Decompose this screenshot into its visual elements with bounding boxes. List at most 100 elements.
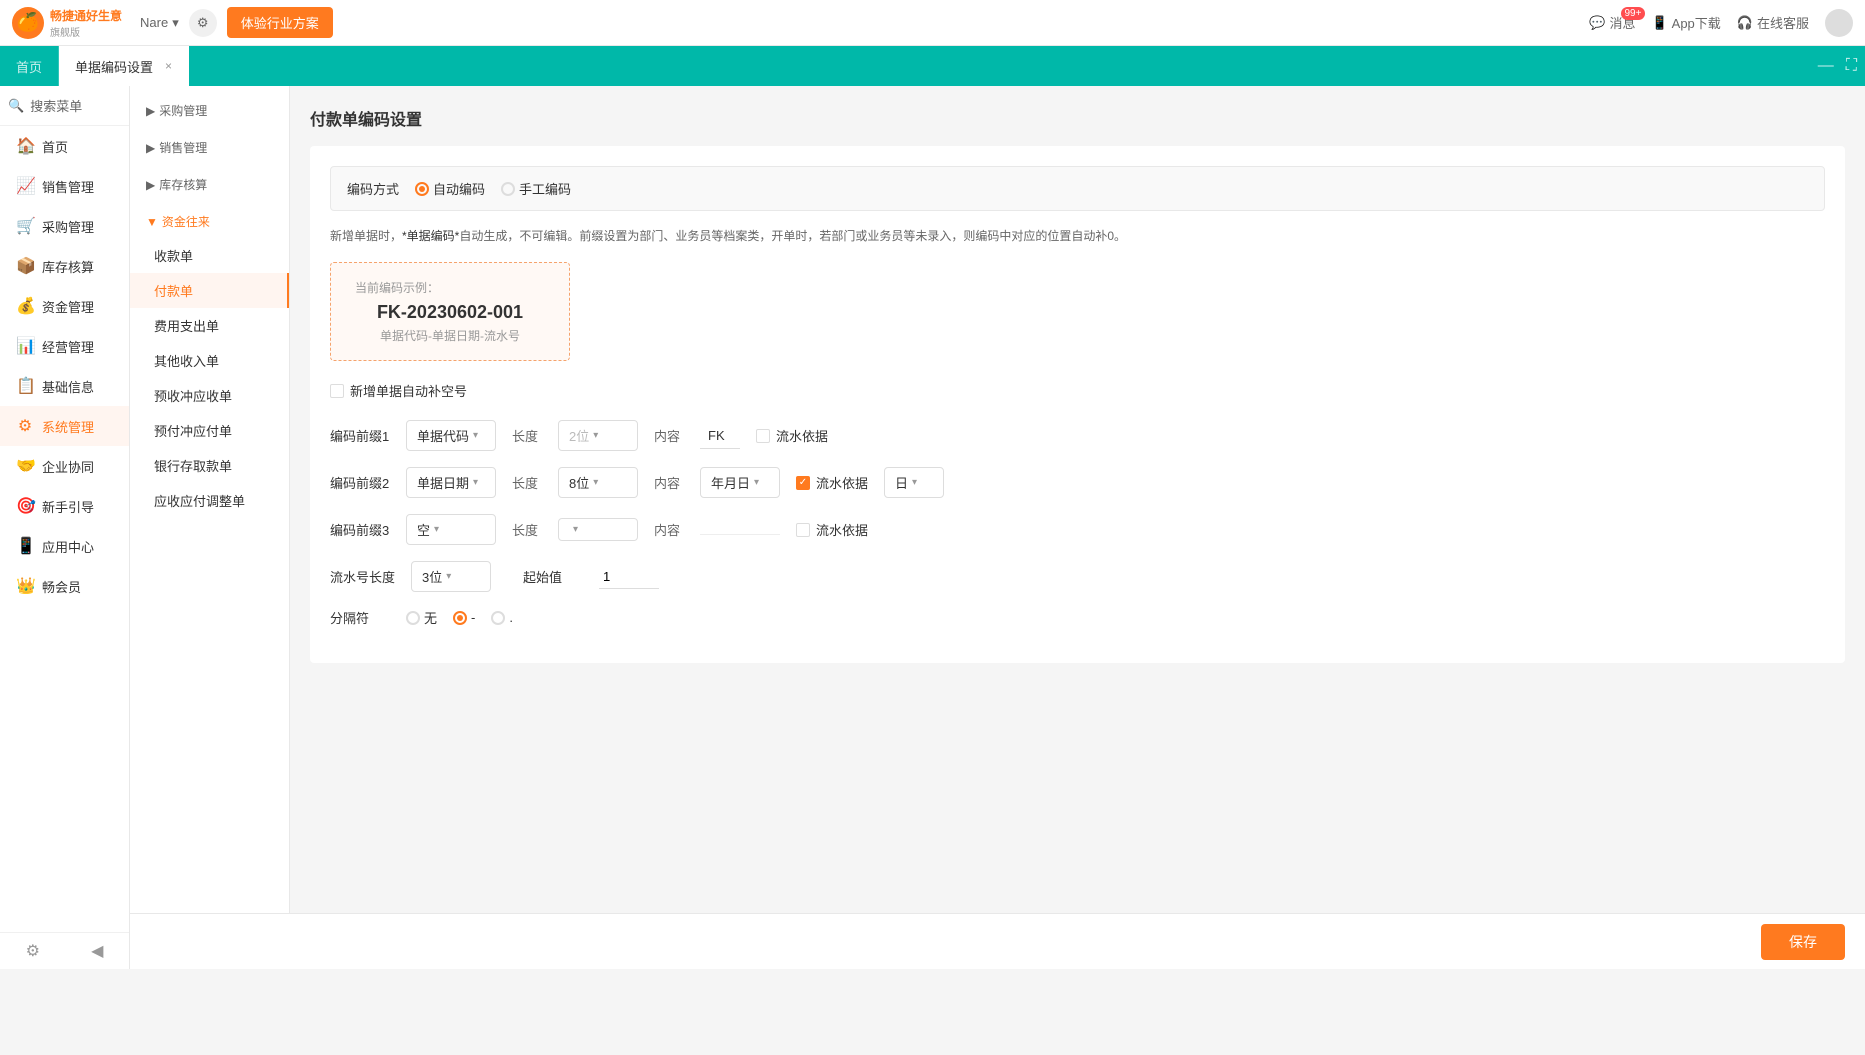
radio-manual-dot: [501, 182, 515, 196]
sidebar-item-apps[interactable]: 📱 应用中心: [0, 526, 129, 566]
sub-group-inventory-title[interactable]: ▶ 库存核算: [130, 168, 289, 201]
prefix2-select[interactable]: 单据日期 ▾: [406, 467, 496, 498]
sub-item-other-income[interactable]: 其他收入单: [130, 343, 289, 378]
guide-icon: 🎯: [16, 496, 34, 516]
save-button[interactable]: 保存: [1761, 924, 1845, 960]
prefix2-label: 编码前缀2: [330, 473, 390, 492]
tab-close-icon[interactable]: ×: [165, 59, 172, 73]
sep-none-option[interactable]: 无: [406, 608, 437, 627]
chevron-down-icon11: ▾: [446, 571, 451, 582]
prefix2-length-select[interactable]: 8位 ▾: [558, 467, 638, 498]
trial-button[interactable]: 体验行业方案: [227, 7, 333, 38]
auto-fill-label: 新增单据自动补空号: [350, 381, 467, 400]
prefix1-content-label: 内容: [654, 426, 684, 445]
sidebar-item-inventory[interactable]: 📦 库存核算: [0, 246, 129, 286]
settings-icon[interactable]: ⚙: [189, 9, 217, 37]
company-dropdown[interactable]: Nare ▾: [140, 15, 179, 31]
radio-manual-encode[interactable]: 手工编码: [501, 179, 571, 198]
sidebar-item-purchase[interactable]: 🛒 采购管理: [0, 206, 129, 246]
search-menu[interactable]: 🔍 搜索菜单: [0, 86, 129, 126]
prefix3-label: 编码前缀3: [330, 520, 390, 539]
tab-home[interactable]: 首页: [0, 46, 59, 86]
sep-dot-dot: [491, 611, 505, 625]
sub-item-bank[interactable]: 银行存取款单: [130, 448, 289, 483]
sidebar-item-partner[interactable]: 🤝 企业协同: [0, 446, 129, 486]
sub-item-receipt[interactable]: 收款单: [130, 238, 289, 273]
prefix3-select[interactable]: 空 ▾: [406, 514, 496, 545]
sub-item-prepay-offset[interactable]: 预收冲应收单: [130, 378, 289, 413]
sidebar-item-system[interactable]: ⚙ 系统管理: [0, 406, 129, 446]
tab-encode-settings[interactable]: 单据编码设置 ×: [59, 46, 189, 86]
sidebar-item-sales[interactable]: 📈 销售管理: [0, 166, 129, 206]
member-icon: 👑: [16, 576, 34, 596]
footer-collapse-icon[interactable]: ◀: [91, 941, 103, 961]
sub-group-purchase-title[interactable]: ▶ 采购管理: [130, 94, 289, 127]
prefix1-stream-checkbox[interactable]: 流水依据: [756, 426, 828, 445]
prefix2-stream-checkbox[interactable]: ✓ 流水依据: [796, 473, 868, 492]
prefix3-content-label: 内容: [654, 520, 684, 539]
code-preview-sub: 单据代码-单据日期-流水号: [355, 327, 545, 344]
encode-method-row: 编码方式 自动编码 手工编码: [330, 166, 1825, 211]
app-download-item[interactable]: 📱 App下载: [1651, 13, 1720, 32]
message-item[interactable]: 💬 消息 99+: [1589, 13, 1635, 32]
prefix2-content-select[interactable]: 年月日 ▾: [700, 467, 780, 498]
sep-dash-dot: [453, 611, 467, 625]
prefix1-length-label: 长度: [512, 426, 542, 445]
footer-settings-icon[interactable]: ⚙: [26, 941, 40, 961]
finance-icon: 💰: [16, 296, 34, 316]
nav-tabs: 首页 单据编码设置 × — ⛶: [0, 46, 1865, 86]
sub-group-capital: ▼ 资金往来 收款单 付款单 费用支出单 其他收入单 预收冲应收单 预付冲应付单…: [130, 205, 289, 518]
chevron-down-icon6: ▾: [593, 477, 598, 488]
prefix2-stream-select[interactable]: 日 ▾: [884, 467, 944, 498]
sub-item-ar-ap-adjust[interactable]: 应收应付调整单: [130, 483, 289, 518]
sub-item-payment[interactable]: 付款单: [130, 273, 289, 308]
sep-dot-option[interactable]: .: [491, 610, 513, 625]
prefix1-length-select[interactable]: 2位 ▾: [558, 420, 638, 451]
main-layout: 🔍 搜索菜单 🏠 首页 📈 销售管理 🛒 采购管理 📦 库存核算 💰 资金管理 …: [0, 86, 1865, 969]
serial-length-select[interactable]: 3位 ▾: [411, 561, 491, 592]
online-service-item[interactable]: 🎧 在线客服: [1737, 13, 1809, 32]
user-avatar[interactable]: [1825, 9, 1853, 37]
minimize-icon[interactable]: —: [1818, 57, 1834, 75]
start-value-label: 起始值: [523, 567, 583, 586]
search-icon: 🔍: [8, 98, 24, 114]
sub-group-capital-title[interactable]: ▼ 资金往来: [130, 205, 289, 238]
sep-dash-option[interactable]: -: [453, 610, 475, 625]
auto-fill-checkbox[interactable]: [330, 384, 344, 398]
logo-text: 畅捷通好生意 旗舰版: [50, 7, 122, 39]
sub-item-expense[interactable]: 费用支出单: [130, 308, 289, 343]
sidebar-item-home[interactable]: 🏠 首页: [0, 126, 129, 166]
chevron-down-icon10: ▾: [573, 524, 578, 535]
prefix1-label: 编码前缀1: [330, 426, 390, 445]
sidebar-item-ops[interactable]: 📊 经营管理: [0, 326, 129, 366]
prefix1-select[interactable]: 单据代码 ▾: [406, 420, 496, 451]
prefix3-length-select[interactable]: ▾: [558, 518, 638, 541]
prefix1-stream-check: [756, 429, 770, 443]
sub-group-inventory: ▶ 库存核算: [130, 168, 289, 201]
radio-auto-encode[interactable]: 自动编码: [415, 179, 485, 198]
header-left: 🍊 畅捷通好生意 旗舰版 Nare ▾ ⚙ 体验行业方案: [12, 7, 333, 39]
sidebar-item-finance[interactable]: 💰 资金管理: [0, 286, 129, 326]
chevron-right-icon: ▶: [146, 104, 155, 118]
fullscreen-icon[interactable]: ⛶: [1846, 57, 1857, 75]
chevron-down-icon3: ▾: [473, 430, 478, 441]
sub-item-prepay-offset2[interactable]: 预付冲应付单: [130, 413, 289, 448]
prefix3-stream-checkbox[interactable]: 流水依据: [796, 520, 868, 539]
chevron-down-icon: ▾: [172, 15, 179, 31]
start-value-input[interactable]: [599, 565, 659, 589]
sub-group-sales: ▶ 销售管理: [130, 131, 289, 164]
prefix1-row: 编码前缀1 单据代码 ▾ 长度 2位 ▾ 内容 FK 流水依据: [330, 420, 1825, 451]
auto-fill-row: 新增单据自动补空号: [330, 381, 1825, 400]
header-controls: Nare ▾ ⚙ 体验行业方案: [140, 7, 333, 38]
chevron-down-icon8: ▾: [912, 477, 917, 488]
chevron-down-icon9: ▾: [434, 524, 439, 535]
sidebar-item-guide[interactable]: 🎯 新手引导: [0, 486, 129, 526]
base-icon: 📋: [16, 376, 34, 396]
code-preview: 当前编码示例： FK-20230602-001 单据代码-单据日期-流水号: [330, 262, 570, 361]
sub-group-sales-title[interactable]: ▶ 销售管理: [130, 131, 289, 164]
info-text: 新增单据时，*单据编码*自动生成，不可编辑。前缀设置为部门、业务员等档案类，开单…: [330, 227, 1825, 246]
prefix2-content-label: 内容: [654, 473, 684, 492]
sidebar-item-base[interactable]: 📋 基础信息: [0, 366, 129, 406]
sidebar-item-member[interactable]: 👑 畅会员: [0, 566, 129, 606]
header-right: 💬 消息 99+ 📱 App下载 🎧 在线客服: [1589, 9, 1853, 37]
